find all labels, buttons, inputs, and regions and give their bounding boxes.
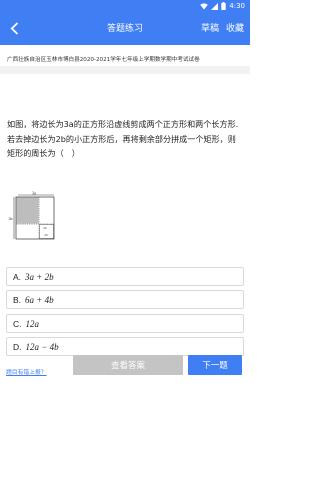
figure-shaded-square bbox=[16, 197, 39, 224]
favorite-button[interactable]: 收藏 bbox=[226, 21, 244, 34]
report-error-link[interactable]: 题目有错上报？ bbox=[6, 367, 47, 376]
option-expression: 12a bbox=[25, 318, 40, 329]
option-letter: A. bbox=[13, 271, 22, 282]
draft-button[interactable]: 草稿 bbox=[201, 21, 219, 34]
clock: 4:30 bbox=[229, 2, 245, 10]
option-b[interactable]: B. 6a + 4b bbox=[6, 290, 244, 309]
app-actions: 草稿 收藏 bbox=[201, 21, 244, 34]
question-source: 广西壮族自治区玉林市博白县2020-2021学年七年级上学期数学期中考试试卷 bbox=[7, 57, 200, 63]
app-bar: 答题练习 草稿 收藏 bbox=[0, 12, 250, 45]
status-icons: 4:30 bbox=[200, 1, 245, 11]
option-c[interactable]: C. 12a bbox=[6, 314, 244, 333]
figure-label-small-side: 2b bbox=[44, 233, 48, 237]
option-expression: 6a + 4b bbox=[25, 294, 54, 305]
status-bar: 4:30 bbox=[0, 0, 250, 12]
next-question-button[interactable]: 下一题 bbox=[188, 355, 242, 375]
divider bbox=[0, 66, 250, 74]
option-letter: C. bbox=[13, 318, 22, 329]
question-text: 如图，将边长为3a的正方形沿虚线剪成两个正方形和两个长方形.若去掉边长为2b的小… bbox=[7, 119, 239, 158]
option-a[interactable]: A. 3a + 2b bbox=[6, 267, 244, 286]
figure-label-left: 3a bbox=[9, 216, 13, 221]
option-expression: 3a + 2b bbox=[25, 271, 54, 282]
wifi-icon bbox=[200, 2, 209, 9]
signal-icon bbox=[211, 2, 219, 10]
question-figure: 3a 3a 2b 2b bbox=[9, 191, 55, 240]
view-answer-button[interactable]: 查看答案 bbox=[73, 355, 183, 375]
option-expression: 12a − 4b bbox=[25, 341, 59, 352]
option-letter: B. bbox=[13, 294, 22, 305]
figure-label-top: 3a bbox=[32, 191, 36, 195]
option-letter: D. bbox=[13, 341, 22, 352]
battery-icon bbox=[221, 2, 226, 10]
option-d[interactable]: D. 12a − 4b bbox=[6, 337, 244, 356]
figure-label-small-top: 2b bbox=[43, 226, 47, 230]
